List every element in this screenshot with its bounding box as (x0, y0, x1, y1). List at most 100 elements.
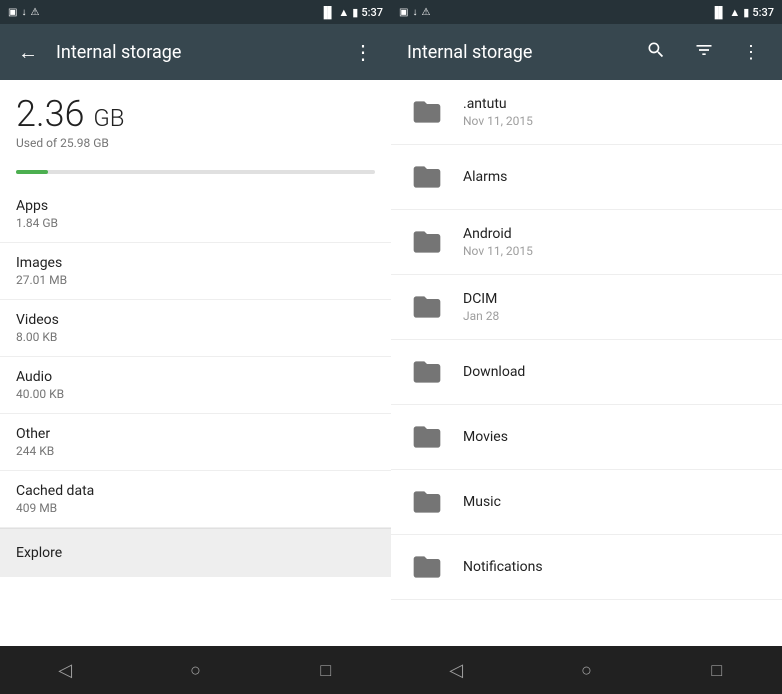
apps-value: 1.84 GB (16, 216, 375, 230)
left-status-icons: ▣ ↓ ⚠ (8, 7, 39, 18)
left-back-nav[interactable]: ◁ (41, 660, 89, 681)
right-time-display: 5:37 (752, 6, 774, 19)
storage-other[interactable]: Other 244 KB (0, 414, 391, 471)
folder-icon-alarms (407, 157, 447, 197)
right-status-icons: ▣ ↓ ⚠ (399, 7, 430, 18)
storage-audio[interactable]: Audio 40.00 KB (0, 357, 391, 414)
folder-info-antutu: .antutu Nov 11, 2015 (463, 96, 533, 128)
other-value: 244 KB (16, 444, 375, 458)
right-wifi-icon: ▲ (729, 6, 740, 19)
left-panel: ▣ ↓ ⚠ ▐▌ ▲ ▮ 5:37 ← Internal storage ⋮ 2… (0, 0, 391, 694)
storage-bar-fill (16, 170, 48, 174)
right-status-right: ▐▌ ▲ ▮ 5:37 (711, 6, 774, 19)
back-button[interactable]: ← (16, 40, 40, 65)
left-toolbar-title: Internal storage (56, 42, 335, 63)
folder-date-android: Nov 11, 2015 (463, 244, 533, 258)
folder-dcim[interactable]: DCIM Jan 28 (391, 275, 782, 340)
explore-button[interactable]: Explore (0, 528, 391, 577)
folder-name-antutu: .antutu (463, 96, 533, 112)
folder-info-movies: Movies (463, 429, 508, 445)
right-panel: ▣ ↓ ⚠ ▐▌ ▲ ▮ 5:37 Internal storage ⋮ .an… (391, 0, 782, 694)
folder-android[interactable]: Android Nov 11, 2015 (391, 210, 782, 275)
folder-download[interactable]: Download (391, 340, 782, 405)
battery-icon: ▮ (352, 6, 358, 19)
left-content: 2.36 GB Used of 25.98 GB Apps 1.84 GB Im… (0, 80, 391, 646)
time-display: 5:37 (361, 6, 383, 19)
folder-list: .antutu Nov 11, 2015 Alarms Android Nov … (391, 80, 782, 646)
folder-icon-antutu (407, 92, 447, 132)
folder-info-alarms: Alarms (463, 169, 507, 185)
apps-label: Apps (16, 198, 375, 214)
cached-label: Cached data (16, 483, 375, 499)
folder-movies[interactable]: Movies (391, 405, 782, 470)
folder-name-download: Download (463, 364, 525, 380)
right-toolbar: Internal storage ⋮ (391, 24, 782, 80)
folder-name-android: Android (463, 226, 533, 242)
folder-info-dcim: DCIM Jan 28 (463, 291, 499, 323)
folder-date-dcim: Jan 28 (463, 309, 499, 323)
wifi-icon: ▲ (338, 6, 349, 19)
storage-size: 2.36 GB (16, 96, 375, 132)
right-notif-icon: ▣ (399, 7, 408, 18)
other-label: Other (16, 426, 375, 442)
folder-icon-download (407, 352, 447, 392)
folder-info-music: Music (463, 494, 501, 510)
storage-used-text: Used of 25.98 GB (16, 136, 375, 150)
search-button[interactable] (640, 36, 672, 69)
right-bottom-nav: ◁ ○ □ (391, 646, 782, 694)
cached-value: 409 MB (16, 501, 375, 515)
folder-name-music: Music (463, 494, 501, 510)
filter-button[interactable] (688, 36, 720, 69)
left-status-right: ▐▌ ▲ ▮ 5:37 (320, 6, 383, 19)
right-status-bar: ▣ ↓ ⚠ ▐▌ ▲ ▮ 5:37 (391, 0, 782, 24)
folder-icon-music (407, 482, 447, 522)
right-back-nav[interactable]: ◁ (432, 660, 480, 681)
folder-alarms[interactable]: Alarms (391, 145, 782, 210)
folder-info-download: Download (463, 364, 525, 380)
left-bottom-nav: ◁ ○ □ (0, 646, 391, 694)
storage-images[interactable]: Images 27.01 MB (0, 243, 391, 300)
storage-header: 2.36 GB Used of 25.98 GB (0, 80, 391, 158)
folder-date-antutu: Nov 11, 2015 (463, 114, 533, 128)
right-signal-icon: ▐▌ (711, 6, 727, 19)
storage-videos[interactable]: Videos 8.00 KB (0, 300, 391, 357)
storage-apps[interactable]: Apps 1.84 GB (0, 186, 391, 243)
storage-cached[interactable]: Cached data 409 MB (0, 471, 391, 528)
storage-bar (16, 170, 375, 174)
download-sb-icon: ↓ (21, 7, 26, 18)
folder-name-alarms: Alarms (463, 169, 507, 185)
folder-antutu[interactable]: .antutu Nov 11, 2015 (391, 80, 782, 145)
folder-icon-notifications (407, 547, 447, 587)
folder-music[interactable]: Music (391, 470, 782, 535)
folder-info-notifications: Notifications (463, 559, 543, 575)
right-home-nav[interactable]: ○ (562, 660, 610, 681)
warning-sb-icon: ⚠ (30, 7, 39, 18)
left-recents-nav[interactable]: □ (302, 660, 350, 681)
images-value: 27.01 MB (16, 273, 375, 287)
signal-icon: ▐▌ (320, 6, 336, 19)
folder-info-android: Android Nov 11, 2015 (463, 226, 533, 258)
videos-label: Videos (16, 312, 375, 328)
right-toolbar-title: Internal storage (407, 42, 624, 63)
videos-value: 8.00 KB (16, 330, 375, 344)
left-home-nav[interactable]: ○ (171, 660, 219, 681)
right-more-button[interactable]: ⋮ (736, 38, 766, 67)
folder-name-dcim: DCIM (463, 291, 499, 307)
left-more-button[interactable]: ⋮ (351, 40, 375, 64)
left-toolbar: ← Internal storage ⋮ (0, 24, 391, 80)
audio-label: Audio (16, 369, 375, 385)
folder-name-movies: Movies (463, 429, 508, 445)
right-warning-icon: ⚠ (421, 7, 430, 18)
folder-icon-android (407, 222, 447, 262)
audio-value: 40.00 KB (16, 387, 375, 401)
folder-notifications[interactable]: Notifications (391, 535, 782, 600)
left-status-bar: ▣ ↓ ⚠ ▐▌ ▲ ▮ 5:37 (0, 0, 391, 24)
right-recents-nav[interactable]: □ (693, 660, 741, 681)
right-battery-icon: ▮ (743, 6, 749, 19)
notification-icon: ▣ (8, 7, 17, 18)
images-label: Images (16, 255, 375, 271)
folder-icon-dcim (407, 287, 447, 327)
folder-icon-movies (407, 417, 447, 457)
right-download-icon: ↓ (412, 7, 417, 18)
folder-name-notifications: Notifications (463, 559, 543, 575)
